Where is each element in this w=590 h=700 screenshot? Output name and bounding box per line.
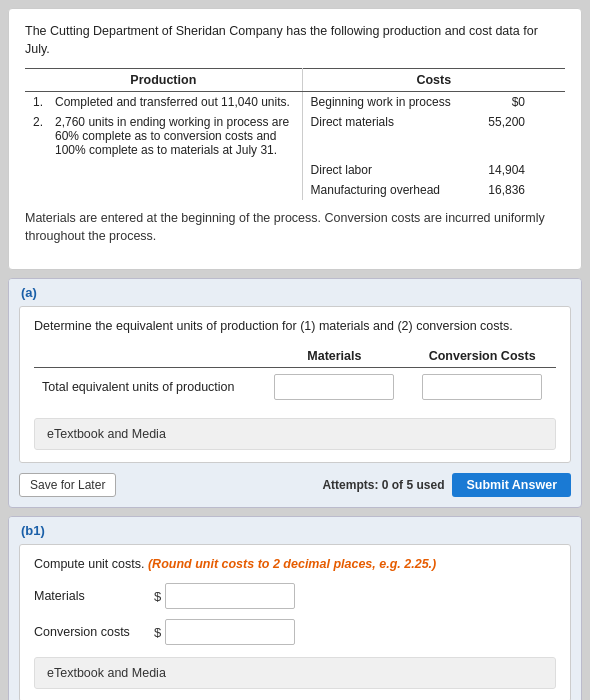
cost-value-2: 55,200	[471, 112, 565, 160]
conversion-cost-label: Conversion costs	[34, 625, 154, 639]
prod-row-2: 2,760 units in ending working in process…	[47, 112, 302, 160]
cost-value-4: 16,836	[471, 180, 565, 200]
materials-input[interactable]	[274, 374, 394, 400]
equiv-row: Total equivalent units of production	[34, 368, 556, 407]
table-row: 1. Completed and transferred out 11,040 …	[25, 92, 565, 113]
table-row: Direct labor 14,904	[25, 160, 565, 180]
section-b1-question: Compute unit costs. (Round unit costs to…	[34, 557, 556, 571]
materials-header: Materials	[261, 345, 409, 368]
conversion-header: Conversion Costs	[408, 345, 556, 368]
cost-label-2: Direct materials	[302, 112, 471, 160]
attempts-text-a: Attempts: 0 of 5 used	[322, 478, 444, 492]
etextbook-bar-b1: eTextbook and Media	[34, 657, 556, 689]
cost-label-1: Beginning work in process	[302, 92, 471, 113]
equiv-row-label: Total equivalent units of production	[34, 368, 261, 407]
cost-label-4: Manufacturing overhead	[302, 180, 471, 200]
materials-cost-row: Materials $	[34, 583, 556, 609]
section-a: (a) Determine the equivalent units of pr…	[8, 278, 582, 508]
section-b1-label: (b1)	[9, 517, 581, 544]
materials-dollar: $	[154, 589, 161, 604]
submit-button-a[interactable]: Submit Answer	[452, 473, 571, 497]
table-row: Manufacturing overhead 16,836	[25, 180, 565, 200]
production-header: Production	[25, 69, 302, 92]
section-b1-inner: Compute unit costs. (Round unit costs to…	[19, 544, 571, 700]
equiv-table: Materials Conversion Costs Total equival…	[34, 345, 556, 406]
intro-text: The Cutting Department of Sheridan Compa…	[25, 23, 565, 58]
action-bar-a: Save for Later Attempts: 0 of 5 used Sub…	[19, 473, 571, 497]
round-note: (Round unit costs to 2 decimal places, e…	[148, 557, 436, 571]
save-later-button-a[interactable]: Save for Later	[19, 473, 116, 497]
etextbook-bar-a: eTextbook and Media	[34, 418, 556, 450]
section-a-question: Determine the equivalent units of produc…	[34, 319, 556, 333]
materials-cost-label: Materials	[34, 589, 154, 603]
cost-label-3: Direct labor	[302, 160, 471, 180]
section-a-inner: Determine the equivalent units of produc…	[19, 306, 571, 463]
materials-cost-input[interactable]	[165, 583, 295, 609]
section-b1: (b1) Compute unit costs. (Round unit cos…	[8, 516, 582, 700]
prod-row-1: Completed and transferred out 11,040 uni…	[47, 92, 302, 113]
conversion-input[interactable]	[422, 374, 542, 400]
costs-header: Costs	[302, 69, 565, 92]
cost-value-3: 14,904	[471, 160, 565, 180]
conversion-dollar: $	[154, 625, 161, 640]
info-card: The Cutting Department of Sheridan Compa…	[8, 8, 582, 270]
note-text: Materials are entered at the beginning o…	[25, 210, 565, 245]
info-table: Production Costs 1. Completed and transf…	[25, 68, 565, 200]
conversion-cost-input[interactable]	[165, 619, 295, 645]
cost-value-1: $0	[471, 92, 565, 113]
table-row: 2. 2,760 units in ending working in proc…	[25, 112, 565, 160]
section-a-label: (a)	[9, 279, 581, 306]
conversion-cost-row: Conversion costs $	[34, 619, 556, 645]
